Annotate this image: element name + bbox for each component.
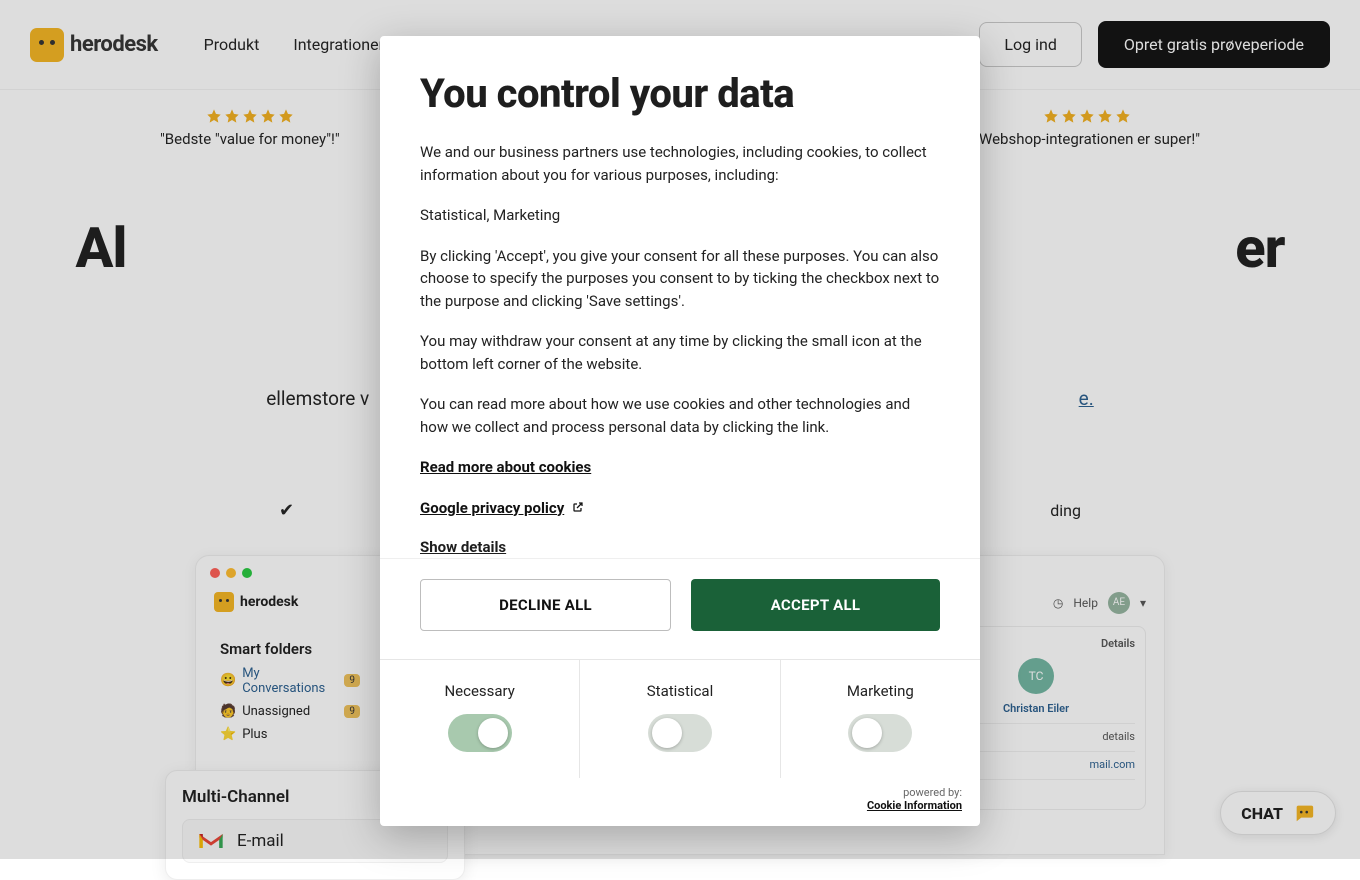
modal-paragraph: Statistical, Marketing — [420, 204, 940, 227]
toggle-marketing[interactable] — [848, 714, 912, 752]
cookie-consent-modal: You control your data We and our busines… — [380, 36, 980, 826]
toggle-necessary — [448, 714, 512, 752]
consent-toggle-row: Necessary Statistical Marketing — [380, 659, 980, 778]
toggle-knob — [478, 718, 508, 748]
google-privacy-link[interactable]: Google privacy policy — [420, 499, 564, 517]
toggle-cell-statistical: Statistical — [579, 660, 779, 778]
modal-body: You control your data We and our busines… — [380, 36, 980, 558]
modal-actions: DECLINE ALL ACCEPT ALL — [380, 558, 980, 659]
decline-all-button[interactable]: DECLINE ALL — [420, 579, 671, 631]
toggle-label: Marketing — [847, 682, 914, 700]
modal-paragraph: By clicking 'Accept', you give your cons… — [420, 245, 940, 313]
toggle-statistical[interactable] — [648, 714, 712, 752]
modal-footer: powered by: Cookie Information — [380, 778, 980, 826]
external-link-icon — [572, 497, 584, 509]
toggle-label: Necessary — [444, 682, 514, 700]
cookie-information-link[interactable]: Cookie Information — [867, 799, 962, 812]
modal-paragraph: You can read more about how we use cooki… — [420, 393, 940, 438]
toggle-cell-necessary: Necessary — [380, 660, 579, 778]
toggle-cell-marketing: Marketing — [780, 660, 980, 778]
show-details-toggle[interactable]: Show details — [420, 538, 506, 556]
read-more-cookies-link[interactable]: Read more about cookies — [420, 458, 591, 476]
modal-overlay: You control your data We and our busines… — [0, 0, 1360, 859]
toggle-knob — [852, 718, 882, 748]
toggle-label: Statistical — [647, 682, 713, 700]
modal-paragraph: We and our business partners use technol… — [420, 141, 940, 186]
modal-title: You control your data — [420, 70, 940, 117]
accept-all-button[interactable]: ACCEPT ALL — [691, 579, 940, 631]
powered-by-label: powered by: — [903, 786, 962, 799]
toggle-knob — [652, 718, 682, 748]
modal-paragraph: You may withdraw your consent at any tim… — [420, 330, 940, 375]
